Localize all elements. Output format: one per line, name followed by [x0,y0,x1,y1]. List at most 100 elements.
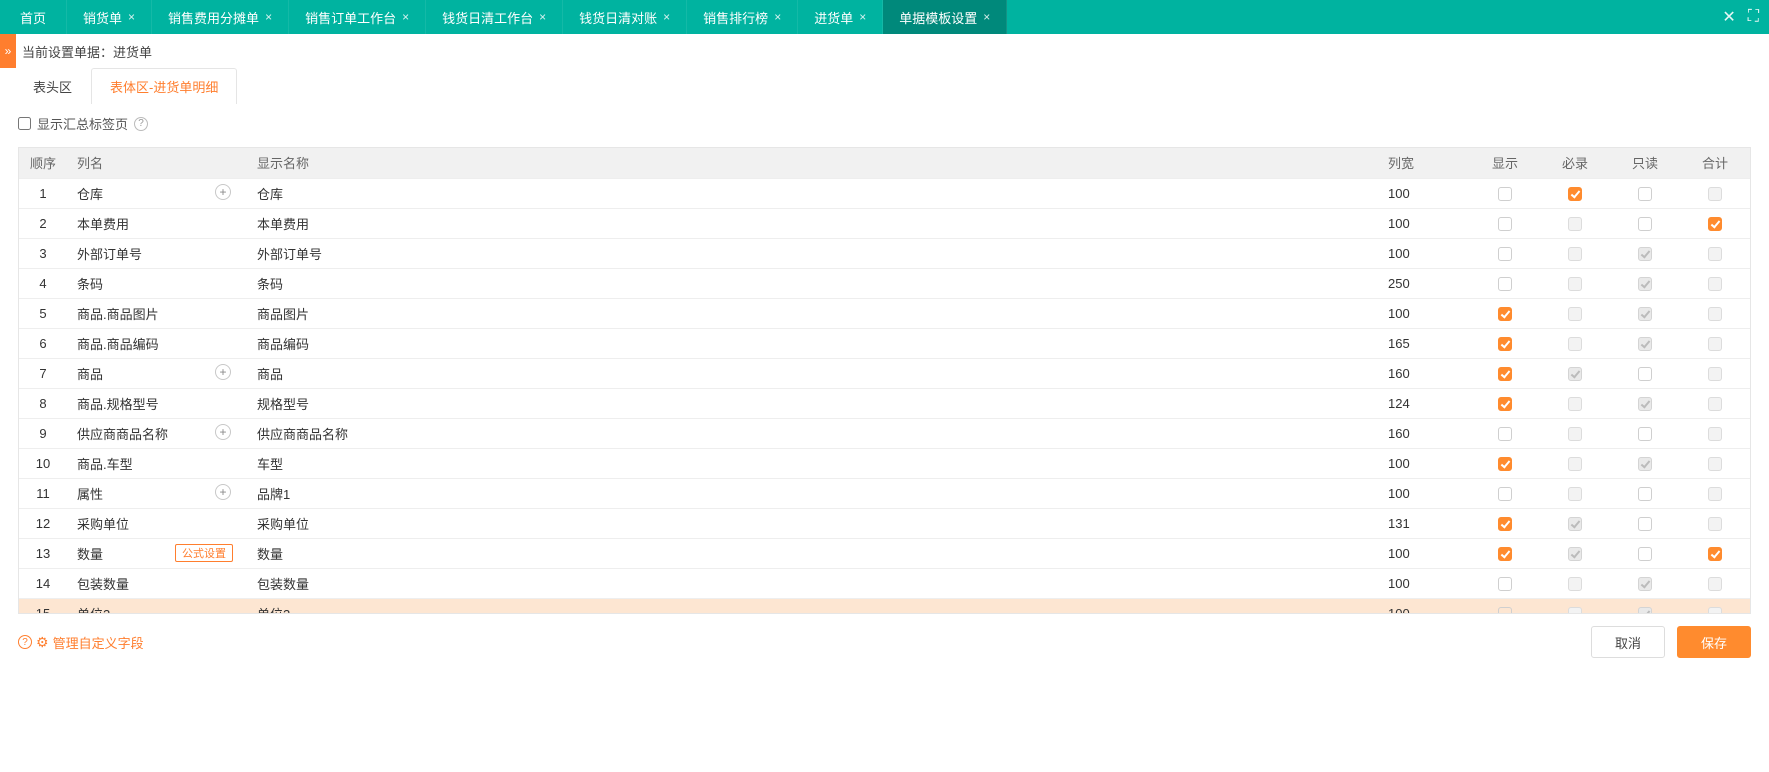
save-button[interactable]: 保存 [1677,626,1751,658]
table-row[interactable]: 13数量公式设置数量100 [19,538,1750,568]
show-checkbox[interactable] [1498,487,1512,501]
table-row[interactable]: 2本单费用本单费用100 [19,208,1750,238]
tab-close-icon[interactable]: × [983,10,990,24]
add-child-icon[interactable]: + [215,424,231,440]
top-tab[interactable]: 销售排行榜× [687,0,798,34]
cell-display-name[interactable]: 数量 [247,538,1378,568]
show-checkbox[interactable] [1498,397,1512,411]
top-tab[interactable]: 进货单× [798,0,883,34]
table-row[interactable]: 3外部订单号外部订单号100 [19,238,1750,268]
show-checkbox[interactable] [1498,547,1512,561]
table-row[interactable]: 9供应商商品名称+供应商商品名称160 [19,418,1750,448]
table-row[interactable]: 12采购单位采购单位131 [19,508,1750,538]
cell-display-name[interactable]: 采购单位 [247,508,1378,538]
readonly-checkbox[interactable] [1638,217,1652,231]
cell-width[interactable]: 100 [1378,598,1470,613]
add-child-icon[interactable]: + [215,484,231,500]
total-checkbox[interactable] [1708,547,1722,561]
readonly-checkbox[interactable] [1638,517,1652,531]
show-checkbox[interactable] [1498,217,1512,231]
top-tab[interactable]: 钱货日清工作台× [426,0,563,34]
table-row[interactable]: 7商品+商品160 [19,358,1750,388]
cell-display-name[interactable]: 商品图片 [247,298,1378,328]
cell-width[interactable]: 100 [1378,238,1470,268]
table-row[interactable]: 4条码条码250 [19,268,1750,298]
show-checkbox[interactable] [1498,367,1512,381]
cell-display-name[interactable]: 外部订单号 [247,238,1378,268]
table-row[interactable]: 14包装数量包装数量100 [19,568,1750,598]
total-checkbox[interactable] [1708,217,1722,231]
cancel-button[interactable]: 取消 [1591,626,1665,658]
required-checkbox[interactable] [1568,187,1582,201]
table-row[interactable]: 15单位2单位2100 [19,598,1750,613]
readonly-checkbox[interactable] [1638,487,1652,501]
readonly-checkbox[interactable] [1638,367,1652,381]
cell-display-name[interactable]: 规格型号 [247,388,1378,418]
expand-chevron-icon[interactable]: » [0,34,16,68]
cell-display-name[interactable]: 条码 [247,268,1378,298]
tab-close-icon[interactable]: × [539,10,546,24]
fullscreen-icon[interactable]: ⛶ [1748,8,1759,26]
show-checkbox[interactable] [1498,187,1512,201]
show-checkbox[interactable] [1498,577,1512,591]
table-row[interactable]: 11属性+品牌1100 [19,478,1750,508]
cell-display-name[interactable]: 包装数量 [247,568,1378,598]
cell-width[interactable]: 160 [1378,358,1470,388]
footer-help-icon[interactable]: ? [18,635,32,649]
tab-close-icon[interactable]: × [663,10,670,24]
show-checkbox[interactable] [1498,517,1512,531]
help-icon[interactable]: ? [134,117,148,131]
top-tab[interactable]: 首页 [0,0,67,34]
table-row[interactable]: 8商品.规格型号规格型号124 [19,388,1750,418]
readonly-checkbox[interactable] [1638,547,1652,561]
tab-header-area[interactable]: 表头区 [14,68,91,104]
table-row[interactable]: 6商品.商品编码商品编码165 [19,328,1750,358]
close-all-tabs-icon[interactable]: ✕ [1722,7,1735,27]
add-child-icon[interactable]: + [215,184,231,200]
show-checkbox[interactable] [1498,337,1512,351]
readonly-checkbox[interactable] [1638,427,1652,441]
cell-display-name[interactable]: 供应商商品名称 [247,418,1378,448]
top-tab[interactable]: 销售费用分摊单× [152,0,289,34]
show-checkbox[interactable] [1498,427,1512,441]
top-tab[interactable]: 单据模板设置× [883,0,1007,34]
cell-display-name[interactable]: 商品 [247,358,1378,388]
cell-width[interactable]: 100 [1378,298,1470,328]
add-child-icon[interactable]: + [215,364,231,380]
show-checkbox[interactable] [1498,607,1512,613]
cell-display-name[interactable]: 商品编码 [247,328,1378,358]
tab-close-icon[interactable]: × [859,10,866,24]
cell-width[interactable]: 100 [1378,448,1470,478]
cell-display-name[interactable]: 单位2 [247,598,1378,613]
show-checkbox[interactable] [1498,457,1512,471]
cell-display-name[interactable]: 车型 [247,448,1378,478]
top-tab[interactable]: 钱货日清对账× [563,0,687,34]
cell-width[interactable]: 124 [1378,388,1470,418]
table-row[interactable]: 5商品.商品图片商品图片100 [19,298,1750,328]
show-checkbox[interactable] [1498,307,1512,321]
table-row[interactable]: 10商品.车型车型100 [19,448,1750,478]
tab-close-icon[interactable]: × [402,10,409,24]
cell-width[interactable]: 100 [1378,208,1470,238]
show-summary-tab-checkbox[interactable] [18,117,31,130]
show-checkbox[interactable] [1498,277,1512,291]
cell-display-name[interactable]: 品牌1 [247,478,1378,508]
cell-width[interactable]: 250 [1378,268,1470,298]
top-tab[interactable]: 销货单× [67,0,152,34]
cell-width[interactable]: 131 [1378,508,1470,538]
cell-width[interactable]: 165 [1378,328,1470,358]
readonly-checkbox[interactable] [1638,187,1652,201]
cell-width[interactable]: 100 [1378,178,1470,208]
formula-badge[interactable]: 公式设置 [175,544,233,562]
tab-close-icon[interactable]: × [128,10,135,24]
cell-width[interactable]: 100 [1378,538,1470,568]
table-row[interactable]: 1仓库+仓库100 [19,178,1750,208]
tab-body-area[interactable]: 表体区-进货单明细 [91,68,237,104]
cell-display-name[interactable]: 仓库 [247,178,1378,208]
cell-display-name[interactable]: 本单费用 [247,208,1378,238]
show-checkbox[interactable] [1498,247,1512,261]
tab-close-icon[interactable]: × [774,10,781,24]
cell-width[interactable]: 100 [1378,568,1470,598]
cell-width[interactable]: 160 [1378,418,1470,448]
manage-custom-fields-link[interactable]: 管理自定义字段 [53,633,144,652]
